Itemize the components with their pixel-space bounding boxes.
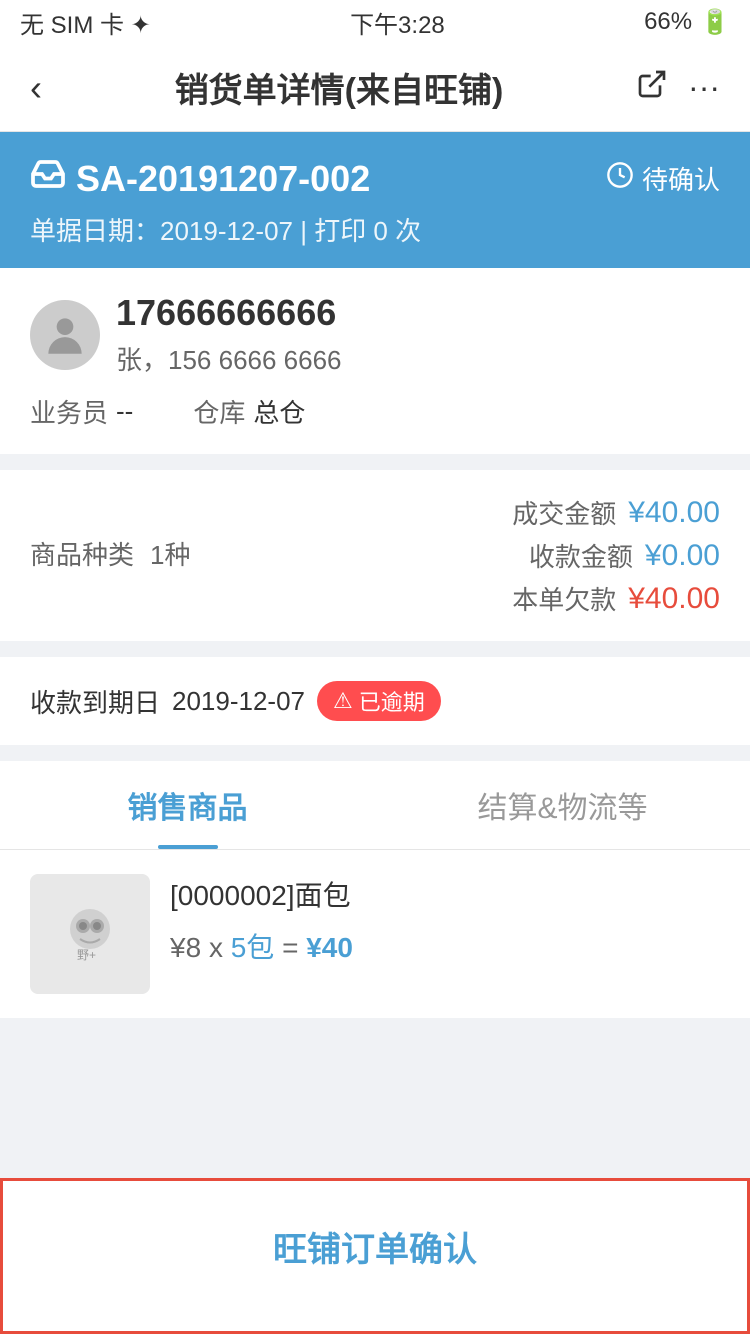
warehouse-label: 仓库 [193,393,245,430]
deal-amount-row: 成交金额 ¥40.00 [512,494,720,531]
customer-details: 17666666666 张，156 6666 6666 [116,292,342,377]
tab-billing[interactable]: 结算&物流等 [375,761,750,849]
nav-bar: ‹ 销货单详情(来自旺铺) ··· [0,44,750,132]
customer-info-row: 业务员 -- 仓库 总仓 [30,393,720,430]
salesperson-value: -- [116,396,133,427]
order-id-row: SA-20191207-002 待确认 [30,156,720,201]
page-title: 销货单详情(来自旺铺) [175,63,504,112]
customer-name: 张，156 6666 6666 [116,340,342,377]
customer-section: 17666666666 张，156 6666 6666 业务员 -- 仓库 总仓 [0,268,750,454]
goods-type-item: 商品种类 1种 [30,532,190,579]
battery-icon: 🔋 [700,8,730,37]
product-info: [0000002]面包 ¥8 x 5包 = ¥40 [170,874,720,966]
quantity: 5包 [231,932,275,963]
customer-row: 17666666666 张，156 6666 6666 [30,292,720,377]
more-icon[interactable]: ··· [688,69,720,106]
product-price: ¥8 x 5包 = ¥40 [170,926,720,966]
sim-status: 无 SIM 卡 ✦ [20,5,151,40]
overdue-text: 已逾期 [359,685,425,717]
summary-section: 商品种类 1种 成交金额 ¥40.00 收款金额 ¥0.00 本单欠款 ¥40.… [0,470,750,641]
receive-amount-label: 收款金额 [529,537,633,574]
salesperson-label: 业务员 [30,393,108,430]
order-status: 待确认 [606,160,720,197]
status-bar: 无 SIM 卡 ✦ 下午3:28 66% 🔋 [0,0,750,44]
avatar [30,300,100,370]
deal-amount-value: ¥40.00 [628,496,720,530]
clock-icon [606,161,634,196]
owe-amount-label: 本单欠款 [512,580,616,617]
status-time: 下午3:28 [350,5,445,40]
tab-goods[interactable]: 销售商品 [0,761,375,849]
warehouse-value: 总仓 [253,393,305,430]
battery-level: 66% [644,8,692,36]
total-price: ¥40 [306,932,353,963]
order-id: SA-20191207-002 [30,156,370,201]
back-button[interactable]: ‹ [30,67,42,109]
receive-amount-value: ¥0.00 [645,539,720,573]
owe-amount-row: 本单欠款 ¥40.00 [512,580,720,617]
status-left: 无 SIM 卡 ✦ [20,5,151,40]
due-section: 收款到期日 2019-12-07 ⚠ 已逾期 [0,657,750,745]
receive-amount-row: 收款金额 ¥0.00 [529,537,720,574]
summary-right: 成交金额 ¥40.00 收款金额 ¥0.00 本单欠款 ¥40.00 [512,494,720,617]
unit-price: ¥8 [170,932,201,963]
deal-amount-label: 成交金额 [512,494,616,531]
status-right: 66% 🔋 [644,8,730,37]
overdue-badge: ⚠ 已逾期 [317,681,441,721]
summary-left: 商品种类 1种 [30,494,190,617]
equals-sign: = [282,932,306,963]
inbox-icon [30,156,66,201]
nav-actions: ··· [636,68,720,108]
goods-type-value: 1种 [150,532,190,579]
due-date-label: 收款到期日 [30,683,160,720]
multiplier-icon: x [209,932,231,963]
order-header: SA-20191207-002 待确认 单据日期：2019-12-07 | 打印… [0,132,750,268]
svg-text:野+: 野+ [77,948,96,962]
order-date: 单据日期：2019-12-07 | 打印 0 次 [30,211,720,248]
owe-amount-value: ¥40.00 [628,582,720,616]
tabs: 销售商品 结算&物流等 [0,761,750,850]
confirm-button-wrap: 旺铺订单确认 [0,1178,750,1334]
product-section: 野+ [0000002]面包 ¥8 x 5包 = ¥40 [0,850,750,1018]
customer-phone: 17666666666 [116,292,342,334]
confirm-button[interactable]: 旺铺订单确认 [33,1201,717,1291]
share-icon[interactable] [636,68,668,108]
product-thumbnail: 野+ [30,874,150,994]
warning-icon: ⚠ [333,688,353,714]
due-date-value: 2019-12-07 [172,686,305,717]
goods-type-label: 商品种类 [30,532,150,579]
product-name: [0000002]面包 [170,874,720,914]
